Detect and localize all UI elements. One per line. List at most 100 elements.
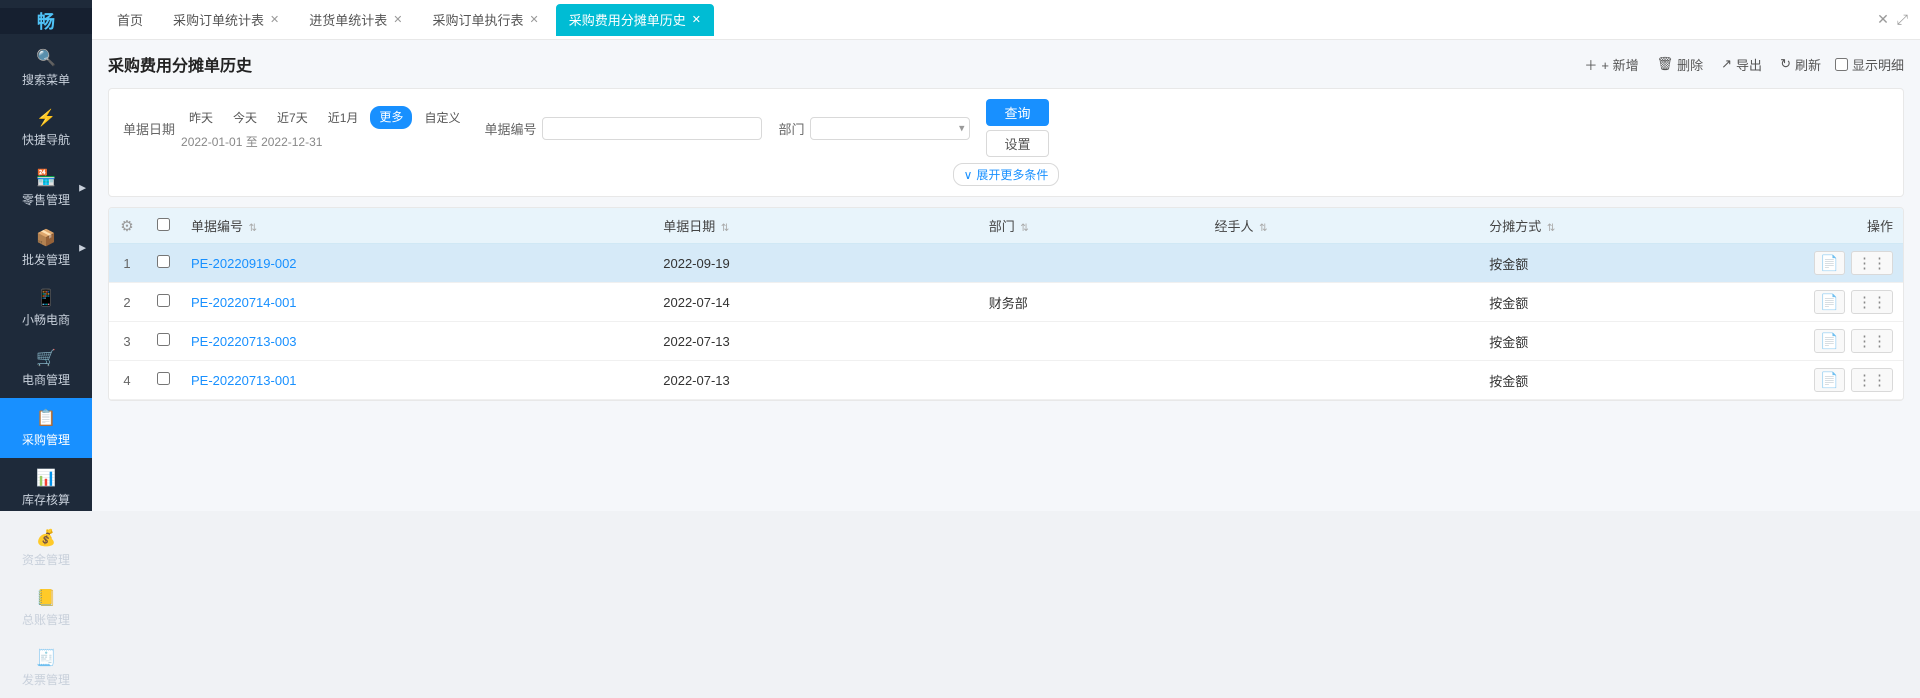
tab-bar: 首页 采购订单统计表 ✕ 进货单统计表 ✕ 采购订单执行表 ✕ 采购费用分摊单历… [92,0,1920,40]
row-checkbox[interactable] [157,372,170,385]
add-button[interactable]: ＋ + 新增 [1580,53,1642,76]
view-action-icon[interactable]: 📄 [1814,329,1845,353]
tab-label: 进货单统计表 [309,10,387,29]
view-action-icon[interactable]: 📄 [1814,368,1845,392]
tab-label: 采购订单统计表 [173,10,264,29]
docno-link[interactable]: PE-20220919-002 [191,256,297,271]
date-range-display: 2022-01-01 至 2022-12-31 [181,133,468,150]
settings-column-header[interactable]: ⚙ [109,208,145,244]
select-all-checkbox[interactable] [157,218,170,231]
cart-icon: 🛒 [36,348,56,368]
more-action-icon[interactable]: ⋮⋮ [1851,329,1893,353]
sidebar-item-quick-nav[interactable]: ⚡ 快捷导航 [0,98,92,158]
col-label: 部门 [989,219,1015,234]
sidebar-item-label: 快捷导航 [22,131,70,148]
date-btn-custom[interactable]: 自定义 [416,106,468,129]
row-handler-cell [1205,244,1480,283]
export-button[interactable]: ↗ 导出 [1717,53,1766,76]
tab-home[interactable]: 首页 [104,4,156,36]
tab-inbound-stats[interactable]: 进货单统计表 ✕ [296,4,415,36]
row-splitmethod-cell: 按金额 [1479,322,1803,361]
phone-icon: 📱 [36,288,56,308]
sidebar-item-retail[interactable]: 🏪 零售管理 ▶ [0,158,92,218]
tab-actions: ✕ ⤢ [1877,11,1908,28]
sort-icon[interactable]: ⇅ [721,223,729,234]
docno-link[interactable]: PE-20220713-003 [191,334,297,349]
sidebar-item-wholesale[interactable]: 📦 批发管理 ▶ [0,218,92,278]
date-btn-more[interactable]: 更多 [370,106,412,129]
row-checkbox[interactable] [157,333,170,346]
expand-row: ∨ 展开更多条件 [123,163,1889,186]
date-btn-yesterday[interactable]: 昨天 [181,106,221,129]
toolbar: ＋ + 新增 🗑 删除 ↗ 导出 ↻ 刷新 显示明细 [1580,53,1904,76]
sidebar-item-ecommerce[interactable]: 🛒 电商管理 [0,338,92,398]
sort-icon[interactable]: ⇅ [249,223,257,234]
sort-icon[interactable]: ⇅ [1547,223,1555,234]
sidebar: 畅 🔍 搜索菜单 ⚡ 快捷导航 🏪 零售管理 ▶ 📦 批发管理 ▶ 📱 小畅电商… [0,0,92,511]
setting-button[interactable]: 设置 [986,130,1048,157]
sidebar-item-search[interactable]: 🔍 搜索菜单 [0,38,92,98]
row-docno-cell: PE-20220714-001 [181,283,653,322]
handler-column-header: 经手人 ⇅ [1205,208,1480,244]
docno-link[interactable]: PE-20220713-001 [191,373,297,388]
sort-icon[interactable]: ⇅ [1259,223,1267,234]
search-icon: 🔍 [36,48,56,68]
row-action-cell: 📄 ⋮⋮ [1803,361,1903,400]
filter-row: 单据日期 昨天 今天 近7天 近1月 更多 自定义 2022-01-01 至 2… [123,99,1889,157]
lightning-icon: ⚡ [36,108,56,128]
more-action-icon[interactable]: ⋮⋮ [1851,251,1893,275]
refresh-button[interactable]: ↻ 刷新 [1776,53,1825,76]
tab-close-icon[interactable]: ✕ [393,13,402,26]
filter-docno-item: 单据编号 [484,117,762,140]
delete-button[interactable]: 🗑 删除 [1653,53,1708,76]
display-toggle-checkbox[interactable] [1835,58,1848,71]
table-body: 1 PE-20220919-002 2022-09-19 按金额 📄 ⋮⋮ 2 [109,244,1903,400]
row-checkbox[interactable] [157,294,170,307]
date-btn-7days[interactable]: 近7天 [269,106,316,129]
chevron-right-icon: ▶ [79,183,86,194]
row-handler-cell [1205,361,1480,400]
filter-area: 单据日期 昨天 今天 近7天 近1月 更多 自定义 2022-01-01 至 2… [108,88,1904,197]
sidebar-item-purchase[interactable]: 📋 采购管理 [0,398,92,458]
sidebar-logo: 畅 [0,8,92,34]
view-action-icon[interactable]: 📄 [1814,290,1845,314]
row-num-cell: 1 [109,244,145,283]
sidebar-item-ledger[interactable]: 📒 总账管理 [0,578,92,638]
docno-input[interactable] [542,117,762,140]
tab-purchase-order-exec[interactable]: 采购订单执行表 ✕ [419,4,551,36]
more-action-icon[interactable]: ⋮⋮ [1851,290,1893,314]
maximize-icon[interactable]: ⤢ [1897,11,1908,28]
sidebar-item-invoice[interactable]: 🧾 发票管理 [0,638,92,698]
tab-purchase-order-stats[interactable]: 采购订单统计表 ✕ [160,4,292,36]
tab-purchase-cost-history[interactable]: 采购费用分摊单历史 ✕ [556,4,714,36]
sidebar-item-finance[interactable]: 💰 资金管理 [0,518,92,578]
sidebar-item-inventory[interactable]: 📊 库存核算 [0,458,92,518]
row-num-cell: 2 [109,283,145,322]
row-dept-cell [979,361,1205,400]
view-action-icon[interactable]: 📄 [1814,251,1845,275]
dept-select[interactable] [810,117,970,140]
ledger-icon: 📒 [36,588,56,608]
dept-filter-label: 部门 [778,119,804,138]
docno-column-header: 单据编号 ⇅ [181,208,653,244]
sort-icon[interactable]: ⇅ [1020,223,1028,234]
sidebar-item-miniapp[interactable]: 📱 小畅电商 [0,278,92,338]
date-btn-today[interactable]: 今天 [225,106,265,129]
tab-close-icon[interactable]: ✕ [692,13,701,26]
query-button[interactable]: 查询 [986,99,1048,126]
expand-more-button[interactable]: ∨ 展开更多条件 [953,163,1060,186]
row-checkbox[interactable] [157,255,170,268]
more-action-icon[interactable]: ⋮⋮ [1851,368,1893,392]
settings-icon[interactable]: ⚙ [120,218,133,235]
tab-close-icon[interactable]: ✕ [270,13,279,26]
docdate-column-header: 单据日期 ⇅ [653,208,978,244]
header-row: ⚙ 单据编号 ⇅ 单据日期 ⇅ [109,208,1903,244]
date-btn-1month[interactable]: 近1月 [320,106,367,129]
close-window-icon[interactable]: ✕ [1877,11,1889,28]
tab-close-icon[interactable]: ✕ [530,13,539,26]
money-icon: 💰 [36,528,56,548]
plus-icon: ＋ [1584,55,1597,74]
docno-link[interactable]: PE-20220714-001 [191,295,297,310]
row-docdate-cell: 2022-07-13 [653,361,978,400]
sidebar-item-label: 批发管理 [22,251,70,268]
